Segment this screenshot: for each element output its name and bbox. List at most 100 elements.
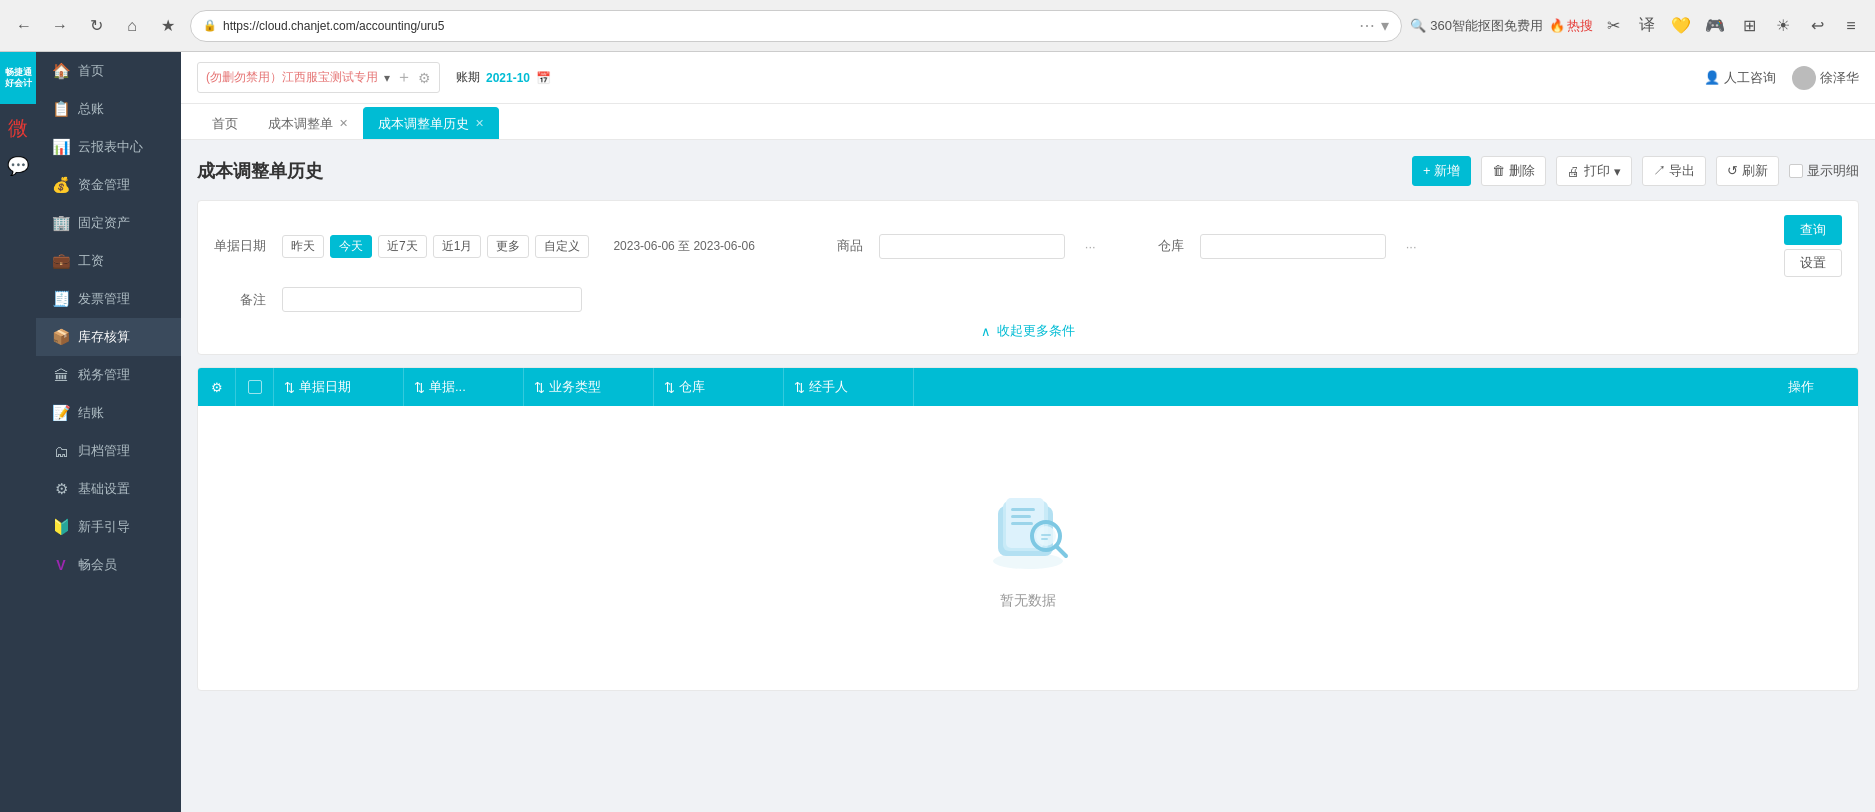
inventory-icon: 📦 bbox=[52, 328, 70, 346]
filter-settings-button[interactable]: 设置 bbox=[1784, 249, 1842, 277]
game-tool[interactable]: 🎮 bbox=[1701, 12, 1729, 40]
warehouse-dots: ··· bbox=[1406, 239, 1417, 254]
user-profile[interactable]: 徐泽华 bbox=[1792, 66, 1859, 90]
search-tool[interactable]: 🔍 360智能抠图免费用 bbox=[1410, 17, 1543, 35]
hot-search[interactable]: 🔥 热搜 bbox=[1549, 17, 1593, 35]
show-detail-checkbox[interactable] bbox=[1789, 164, 1803, 178]
new-button[interactable]: + 新增 bbox=[1412, 156, 1471, 186]
brightness-tool[interactable]: ☀ bbox=[1769, 12, 1797, 40]
delete-button[interactable]: 🗑 删除 bbox=[1481, 156, 1546, 186]
refresh-button[interactable]: ↺ 刷新 bbox=[1716, 156, 1779, 186]
sidebar-item-reports[interactable]: 📊 云报表中心 bbox=[36, 128, 181, 166]
filter-action-buttons: 查询 设置 bbox=[1784, 215, 1842, 277]
reload-button[interactable]: ↻ bbox=[82, 12, 110, 40]
date-filter-label: 单据日期 bbox=[214, 237, 266, 255]
date-btn-more[interactable]: 更多 bbox=[487, 235, 529, 258]
assets-icon: 🏢 bbox=[52, 214, 70, 232]
sidebar-item-inventory[interactable]: 📦 库存核算 bbox=[36, 318, 181, 356]
menu-tool[interactable]: ≡ bbox=[1837, 12, 1865, 40]
remark-filter-label: 备注 bbox=[214, 291, 266, 309]
sidebar-item-guide[interactable]: 🔰 新手引导 bbox=[36, 508, 181, 546]
sidebar: 🏠 首页 📋 总账 📊 云报表中心 💰 资金管理 🏢 固定资产 💼 工资 🧾 发… bbox=[36, 52, 181, 812]
back-button[interactable]: ← bbox=[10, 12, 38, 40]
apps-tool[interactable]: ⊞ bbox=[1735, 12, 1763, 40]
icon-bar-chat[interactable]: 💬 bbox=[0, 148, 36, 184]
tab-cost-adjust[interactable]: 成本调整单 ✕ bbox=[253, 107, 363, 139]
customer-service[interactable]: 👤 人工咨询 bbox=[1704, 69, 1776, 87]
sidebar-item-settings[interactable]: ⚙ 基础设置 bbox=[36, 470, 181, 508]
tab-home-label: 首页 bbox=[212, 115, 238, 133]
date-btn-today[interactable]: 今天 bbox=[330, 235, 372, 258]
salary-icon: 💼 bbox=[52, 252, 70, 270]
th-gear[interactable]: ⚙ bbox=[198, 368, 236, 406]
remark-input[interactable] bbox=[282, 287, 582, 312]
print-icon: 🖨 bbox=[1567, 164, 1580, 179]
sidebar-item-assets[interactable]: 🏢 固定资产 bbox=[36, 204, 181, 242]
query-button[interactable]: 查询 bbox=[1784, 215, 1842, 245]
tab-cost-adjust-history-close[interactable]: ✕ bbox=[475, 117, 484, 130]
forward-button[interactable]: → bbox=[46, 12, 74, 40]
header-checkbox[interactable] bbox=[248, 380, 262, 394]
tab-cost-adjust-history[interactable]: 成本调整单历史 ✕ bbox=[363, 107, 499, 139]
period-label: 账期 bbox=[456, 69, 480, 86]
print-button[interactable]: 🖨 打印 ▾ bbox=[1556, 156, 1632, 186]
scissors-tool[interactable]: ✂ bbox=[1599, 12, 1627, 40]
add-company-icon[interactable]: ＋ bbox=[396, 67, 412, 88]
undo-tool[interactable]: ↩ bbox=[1803, 12, 1831, 40]
sidebar-item-salary[interactable]: 💼 工资 bbox=[36, 242, 181, 280]
action-buttons: + 新增 🗑 删除 🖨 打印 ▾ ↗ 导出 ↺ 刷新 显示明细 bbox=[1412, 156, 1859, 186]
settings-small-icon[interactable]: ⚙ bbox=[418, 70, 431, 86]
date-btn-last-month[interactable]: 近1月 bbox=[433, 235, 482, 258]
sidebar-item-funds[interactable]: 💰 资金管理 bbox=[36, 166, 181, 204]
product-input[interactable] bbox=[879, 234, 1065, 259]
print-dropdown-icon: ▾ bbox=[1614, 164, 1621, 179]
th-warehouse[interactable]: ⇅ 仓库 bbox=[654, 368, 784, 406]
browser-tools: 🔍 360智能抠图免费用 🔥 热搜 ✂ 译 💛 🎮 ⊞ ☀ ↩ ≡ bbox=[1410, 12, 1865, 40]
app-logo: 畅捷通好会计 bbox=[0, 52, 36, 104]
svg-line-9 bbox=[1056, 546, 1066, 556]
date-btn-custom[interactable]: 自定义 bbox=[535, 235, 589, 258]
date-btn-yesterday[interactable]: 昨天 bbox=[282, 235, 324, 258]
wallet-tool[interactable]: 💛 bbox=[1667, 12, 1695, 40]
th-date[interactable]: ⇅ 单据日期 bbox=[274, 368, 404, 406]
export-button[interactable]: ↗ 导出 bbox=[1642, 156, 1707, 186]
tab-cost-adjust-close[interactable]: ✕ bbox=[339, 117, 348, 130]
company-dropdown-icon: ▾ bbox=[384, 71, 390, 85]
th-warehouse-sort-icon: ⇅ bbox=[664, 380, 675, 395]
settings-icon: ⚙ bbox=[52, 480, 70, 498]
company-selector[interactable]: (勿删勿禁用）江西服宝测试专用 ▾ ＋ ⚙ bbox=[197, 62, 440, 93]
icon-bar: 畅捷通好会计 微 💬 bbox=[0, 52, 36, 812]
tab-home[interactable]: 首页 bbox=[197, 107, 253, 139]
filter-row-remark: 备注 bbox=[214, 287, 1842, 312]
translate-tool[interactable]: 译 bbox=[1633, 12, 1661, 40]
th-checkbox[interactable] bbox=[236, 368, 274, 406]
home-icon: 🏠 bbox=[52, 62, 70, 80]
calendar-icon[interactable]: 📅 bbox=[536, 71, 551, 85]
collapse-filter-button[interactable]: ∧ 收起更多条件 bbox=[214, 322, 1842, 340]
date-btn-last7[interactable]: 近7天 bbox=[378, 235, 427, 258]
th-type[interactable]: ⇅ 业务类型 bbox=[524, 368, 654, 406]
sidebar-item-archive[interactable]: 🗂 归档管理 bbox=[36, 432, 181, 470]
sidebar-item-member[interactable]: V 畅会员 bbox=[36, 546, 181, 584]
data-table: ⚙ ⇅ 单据日期 ⇅ 单据... ⇅ 业务类型 bbox=[197, 367, 1859, 691]
page-header: 成本调整单历史 + 新增 🗑 删除 🖨 打印 ▾ ↗ 导出 ↺ 刷新 显示明细 bbox=[197, 156, 1859, 186]
reports-icon: 📊 bbox=[52, 138, 70, 156]
period-value: 2021-10 bbox=[486, 71, 530, 85]
sidebar-item-home[interactable]: 🏠 首页 bbox=[36, 52, 181, 90]
home-button[interactable]: ⌂ bbox=[118, 12, 146, 40]
sidebar-item-settlement[interactable]: 📝 结账 bbox=[36, 394, 181, 432]
date-quick-buttons: 昨天 今天 近7天 近1月 更多 自定义 bbox=[282, 235, 589, 258]
warehouse-input[interactable] bbox=[1200, 234, 1386, 259]
th-num[interactable]: ⇅ 单据... bbox=[404, 368, 524, 406]
app-wrapper: 畅捷通好会计 微 💬 🏠 首页 📋 总账 📊 云报表中心 💰 资金管理 🏢 固定… bbox=[0, 52, 1875, 812]
main-content: (勿删勿禁用）江西服宝测试专用 ▾ ＋ ⚙ 账期 2021-10 📅 👤 人工咨… bbox=[181, 52, 1875, 812]
sidebar-item-ledger[interactable]: 📋 总账 bbox=[36, 90, 181, 128]
bookmark-button[interactable]: ★ bbox=[154, 12, 182, 40]
th-person-sort-icon: ⇅ bbox=[794, 380, 805, 395]
sidebar-item-tax[interactable]: 🏛 税务管理 bbox=[36, 356, 181, 394]
icon-bar-weibo[interactable]: 微 bbox=[0, 110, 36, 146]
tab-bar: 首页 成本调整单 ✕ 成本调整单历史 ✕ bbox=[181, 104, 1875, 140]
sidebar-item-invoice[interactable]: 🧾 发票管理 bbox=[36, 280, 181, 318]
url-bar[interactable]: 🔒 https://cloud.chanjet.com/accounting/u… bbox=[190, 10, 1402, 42]
th-person[interactable]: ⇅ 经手人 bbox=[784, 368, 914, 406]
